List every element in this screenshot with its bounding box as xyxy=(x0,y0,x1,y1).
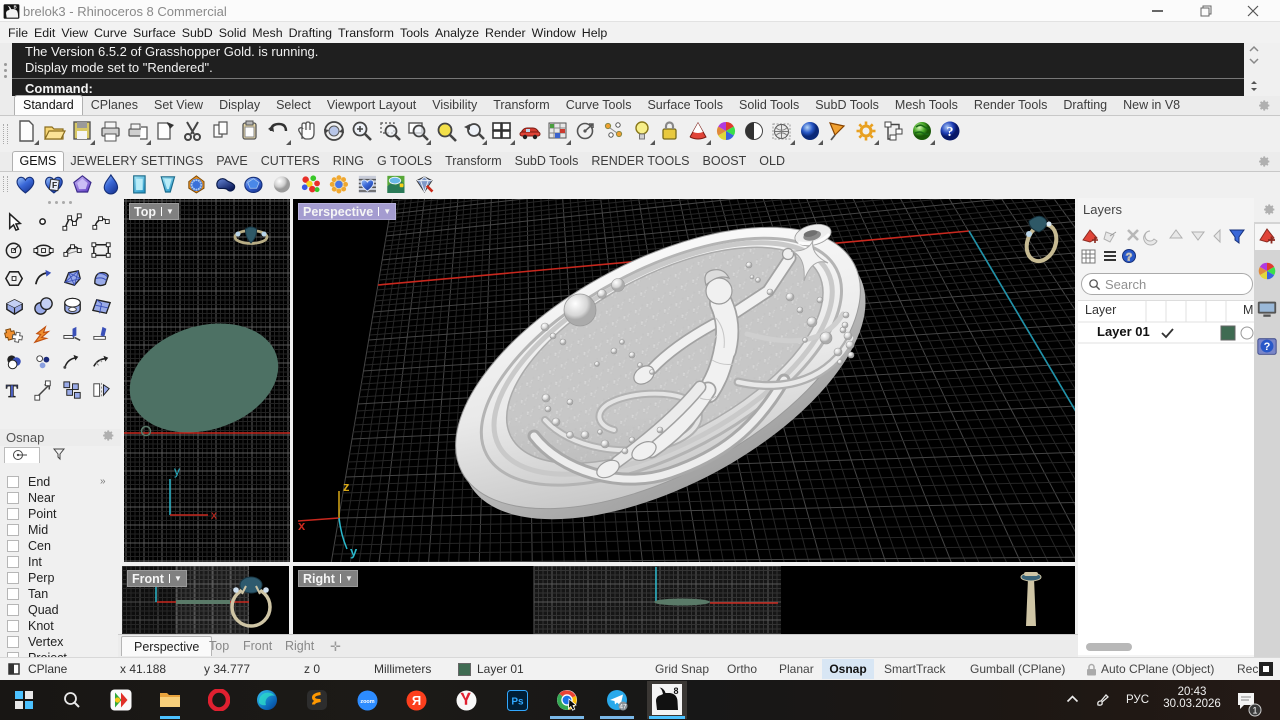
svg-text:1: 1 xyxy=(1252,706,1257,716)
svg-text:?: ? xyxy=(947,125,954,140)
svg-text:y: y xyxy=(350,544,358,559)
svg-text:z: z xyxy=(343,479,350,494)
svg-text:Я: Я xyxy=(412,693,421,708)
svg-text:?: ? xyxy=(1264,341,1271,353)
svg-text:8: 8 xyxy=(673,686,678,696)
svg-text:47: 47 xyxy=(619,704,627,711)
svg-text:zoom: zoom xyxy=(360,699,374,705)
svg-text:y: y xyxy=(174,464,180,478)
svg-text:T: T xyxy=(6,381,18,401)
svg-text:B: B xyxy=(14,4,17,9)
svg-text:F: F xyxy=(52,180,57,190)
svg-text:x: x xyxy=(298,518,306,533)
svg-text:?: ? xyxy=(1126,252,1133,264)
svg-text:Ps: Ps xyxy=(511,697,524,708)
svg-text:x: x xyxy=(211,508,217,522)
